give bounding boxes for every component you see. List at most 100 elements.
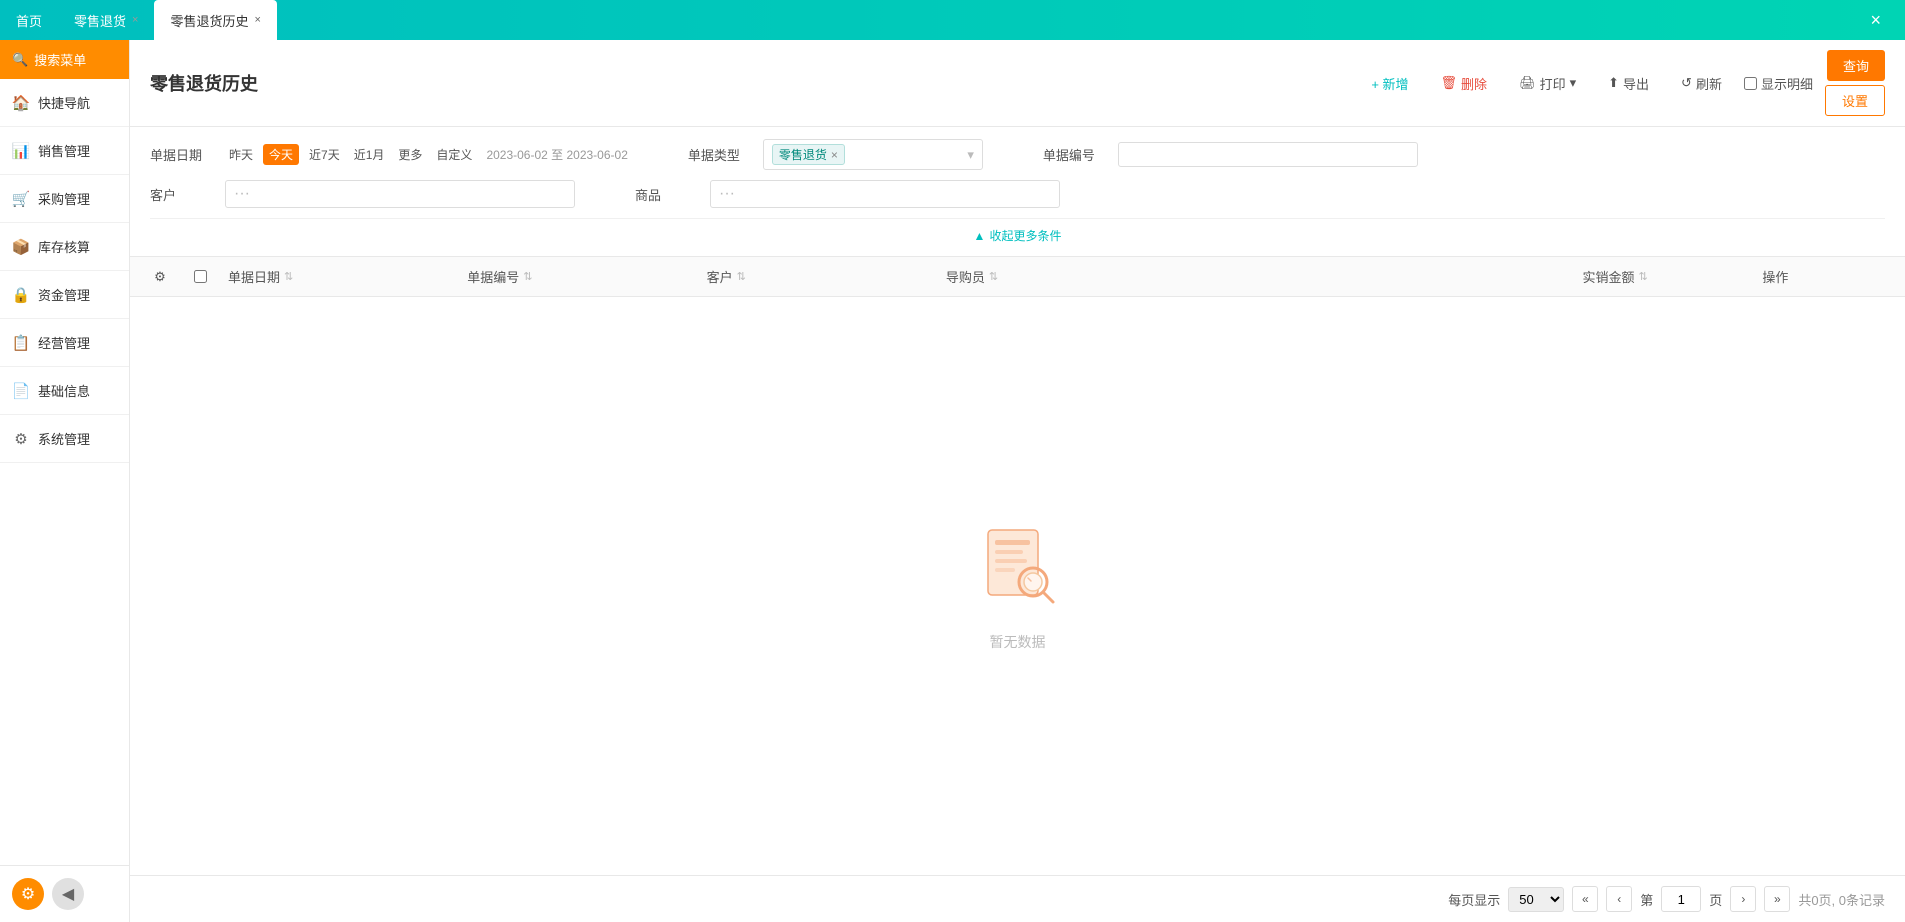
select-all-checkbox-cell[interactable] <box>180 270 220 283</box>
tab-bar: 首页 零售退货 × 零售退货历史 × <box>0 0 1862 40</box>
finance-icon: 🔒 <box>12 286 30 304</box>
th-num[interactable]: 单据编号 ⇅ <box>459 267 698 286</box>
type-filter-dropdown-icon: ▾ <box>967 147 974 163</box>
date-opt-7days[interactable]: 近7天 <box>305 144 344 165</box>
tab-close-retail-return[interactable]: × <box>132 15 138 26</box>
next-page-button[interactable]: › <box>1730 886 1756 912</box>
prev-page-button[interactable]: ‹ <box>1606 886 1632 912</box>
display-detail-checkbox-label[interactable]: 显示明细 <box>1744 74 1813 93</box>
date-range-display: 2023-06-02 至 2023-06-02 <box>486 146 627 163</box>
print-icon: 🖨 <box>1519 75 1536 91</box>
pagination: 每页显示 50 10 20 100 « ‹ 第 页 › » 共0页, 0条记录 <box>130 875 1905 922</box>
empty-illustration <box>968 520 1068 620</box>
tab-close-retail-return-history[interactable]: × <box>254 15 260 26</box>
select-all-checkbox[interactable] <box>194 270 207 283</box>
sidebar-bottom: ⚙ ◀ <box>0 865 129 922</box>
refresh-icon: ↺ <box>1681 75 1692 91</box>
sidebar-search-menu[interactable]: 🔍 搜索菜单 <box>0 40 129 79</box>
goods-filter-label: 商品 <box>635 185 690 204</box>
tab-home[interactable]: 首页 <box>0 0 58 40</box>
column-settings-button[interactable]: ⚙ <box>140 269 180 285</box>
delete-button[interactable]: 🗑 删除 <box>1431 69 1498 98</box>
sidebar-item-inventory[interactable]: 📦 库存核算 <box>0 223 129 271</box>
last-page-button[interactable]: » <box>1764 886 1790 912</box>
window-close-button[interactable]: × <box>1862 10 1889 31</box>
date-filter-label: 单据日期 <box>150 145 205 164</box>
th-op: 操作 <box>1656 267 1895 286</box>
sidebar-item-sales[interactable]: 📊 销售管理 <box>0 127 129 175</box>
system-icon: ⚙ <box>12 430 30 448</box>
export-icon: ⬆ <box>1608 75 1619 91</box>
th-guide[interactable]: 导购员 ⇅ <box>938 267 1177 286</box>
collapse-filter-button[interactable]: ▲ 收起更多条件 <box>150 218 1885 244</box>
page-title: 零售退货历史 <box>150 70 258 96</box>
page-number-input[interactable] <box>1661 886 1701 912</box>
table-container: ⚙ 单据日期 ⇅ 单据编号 ⇅ 客户 ⇅ <box>130 257 1905 922</box>
sidebar-item-purchase[interactable]: 🛒 采购管理 <box>0 175 129 223</box>
content-area: 零售退货历史 + 新增 🗑 删除 🖨 打印 ▾ ⬆ 导出 ↺ <box>130 40 1905 922</box>
main-layout: 🔍 搜索菜单 🏠 快捷导航 📊 销售管理 🛒 采购管理 📦 库存核算 🔒 资金管… <box>0 40 1905 922</box>
print-dropdown-icon: ▾ <box>1570 75 1577 91</box>
th-customer[interactable]: 客户 ⇅ <box>699 267 938 286</box>
date-opt-more[interactable]: 更多 <box>394 144 426 165</box>
table-area: ⚙ 单据日期 ⇅ 单据编号 ⇅ 客户 ⇅ <box>130 257 1905 875</box>
delete-icon: 🗑 <box>1441 75 1458 91</box>
customer-filter-label: 客户 <box>150 185 205 204</box>
page-label: 第 <box>1640 890 1653 909</box>
search-icon: 🔍 <box>12 52 28 68</box>
date-options: 昨天 今天 近7天 近1月 更多 自定义 2023-06-02 至 2023-0… <box>225 144 628 165</box>
th-amount[interactable]: 实销金额 ⇅ <box>1416 267 1655 286</box>
collapse-icon: ▲ <box>974 229 986 243</box>
inventory-icon: 📦 <box>12 238 30 256</box>
page-header: 零售退货历史 + 新增 🗑 删除 🖨 打印 ▾ ⬆ 导出 ↺ <box>130 40 1905 127</box>
operations-icon: 📋 <box>12 334 30 352</box>
date-opt-yesterday[interactable]: 昨天 <box>225 144 257 165</box>
sidebar-collapse-button[interactable]: ◀ <box>52 878 84 910</box>
print-button[interactable]: 🖨 打印 ▾ <box>1509 69 1586 98</box>
table-header: ⚙ 单据日期 ⇅ 单据编号 ⇅ 客户 ⇅ <box>130 257 1905 297</box>
new-button[interactable]: + 新增 <box>1361 69 1418 98</box>
display-detail-checkbox[interactable] <box>1744 77 1757 90</box>
sidebar-item-finance[interactable]: 🔒 资金管理 <box>0 271 129 319</box>
page-unit: 页 <box>1709 890 1722 909</box>
th-date[interactable]: 单据日期 ⇅ <box>220 267 459 286</box>
sort-num-icon: ⇅ <box>523 270 532 283</box>
sidebar-item-system[interactable]: ⚙ 系统管理 <box>0 415 129 463</box>
sort-amount-icon: ⇅ <box>1638 270 1647 283</box>
query-button[interactable]: 查询 <box>1827 50 1885 81</box>
date-opt-custom[interactable]: 自定义 <box>432 144 476 165</box>
sidebar-item-basic-info[interactable]: 📄 基础信息 <box>0 367 129 415</box>
top-bar-right: × <box>1862 10 1905 31</box>
date-opt-1month[interactable]: 近1月 <box>350 144 389 165</box>
sidebar-item-quick-nav[interactable]: 🏠 快捷导航 <box>0 79 129 127</box>
date-opt-today[interactable]: 今天 <box>263 144 299 165</box>
empty-state: 暂无数据 <box>130 297 1905 875</box>
filter-area: 单据日期 昨天 今天 近7天 近1月 更多 自定义 2023-06-02 至 2… <box>130 127 1905 257</box>
filter-row-1: 单据日期 昨天 今天 近7天 近1月 更多 自定义 2023-06-02 至 2… <box>150 139 1885 170</box>
page-size-select[interactable]: 50 10 20 100 <box>1508 887 1564 912</box>
tab-retail-return[interactable]: 零售退货 × <box>58 0 154 40</box>
top-bar: 首页 零售退货 × 零售退货历史 × × <box>0 0 1905 40</box>
type-filter-tag: 零售退货 × <box>772 144 845 165</box>
goods-filter-select[interactable]: ··· <box>710 180 1060 208</box>
tab-retail-return-history[interactable]: 零售退货历史 × <box>154 0 276 40</box>
voucher-filter-input[interactable] <box>1118 142 1418 167</box>
type-filter-clear[interactable]: × <box>831 148 838 162</box>
home-icon: 🏠 <box>12 94 30 112</box>
filter-row-2: 客户 ··· 商品 ··· <box>150 180 1885 208</box>
page-size-label: 每页显示 <box>1448 890 1500 909</box>
basic-info-icon: 📄 <box>12 382 30 400</box>
customer-filter-select[interactable]: ··· <box>225 180 575 208</box>
voucher-filter-label: 单据编号 <box>1043 145 1098 164</box>
type-filter-select[interactable]: 零售退货 × ▾ <box>763 139 983 170</box>
first-page-button[interactable]: « <box>1572 886 1598 912</box>
set-button[interactable]: 设置 <box>1825 85 1885 116</box>
sidebar-settings-button[interactable]: ⚙ <box>12 878 44 910</box>
sidebar-item-operations[interactable]: 📋 经营管理 <box>0 319 129 367</box>
sidebar: 🔍 搜索菜单 🏠 快捷导航 📊 销售管理 🛒 采购管理 📦 库存核算 🔒 资金管… <box>0 40 130 922</box>
refresh-button[interactable]: ↺ 刷新 <box>1671 69 1732 98</box>
sales-icon: 📊 <box>12 142 30 160</box>
sort-guide-icon: ⇅ <box>989 270 998 283</box>
export-button[interactable]: ⬆ 导出 <box>1598 69 1659 98</box>
toolbar: + 新增 🗑 删除 🖨 打印 ▾ ⬆ 导出 ↺ 刷新 <box>1361 50 1885 116</box>
